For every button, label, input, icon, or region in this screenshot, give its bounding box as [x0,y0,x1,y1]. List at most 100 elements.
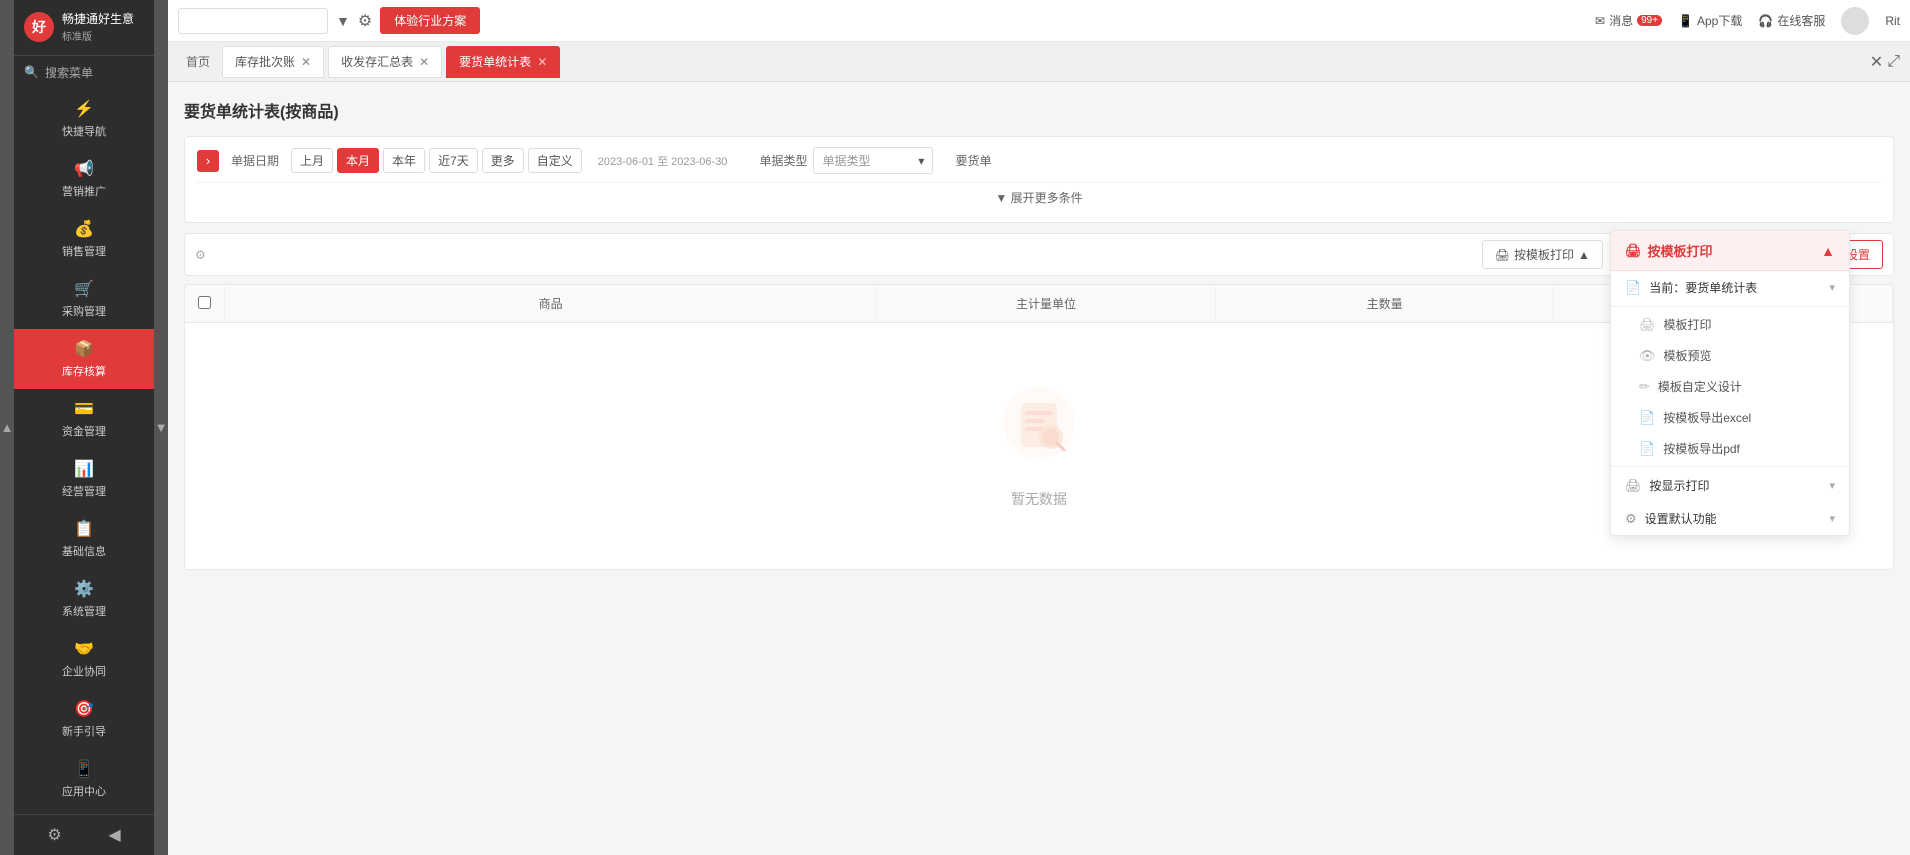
app-logo-icon: 好 [24,12,54,42]
user-avatar[interactable] [1841,7,1869,35]
chevron-down-icon: ▾ [918,154,924,168]
sidebar-item-marketing[interactable]: 📢 营销推广 [14,149,154,209]
topbar-dropdown-icon[interactable]: ▼ [336,13,350,29]
sidebar-item-basic[interactable]: 📋 基础信息 [14,509,154,569]
template-print-item[interactable]: 🖨 模板打印 [1611,309,1849,340]
message-button[interactable]: ✉ 消息 99+ [1595,12,1662,29]
sidebar-item-purchase[interactable]: 🛒 采购管理 [14,269,154,329]
message-badge: 99+ [1637,15,1662,26]
this-month-btn[interactable]: 本月 [337,148,379,173]
sidebar-item-enterprise[interactable]: 🤝 企业协同 [14,629,154,689]
doc-type-value: 单据类型 [822,152,914,169]
date-buttons: 上月 本月 本年 近7天 更多 自定义 [291,148,582,173]
sidebar-item-operation[interactable]: 📊 经营管理 [14,449,154,509]
sidebar-scroll-down[interactable]: ▼ [154,0,168,855]
print-template-button[interactable]: 🖨 按模板打印 ▲ [1482,240,1603,269]
divider-2 [1611,466,1849,467]
print-dropdown-close-icon[interactable]: ▲ [1821,243,1835,259]
sidebar-item-label: 库存核算 [62,363,106,379]
date-filter-label: 单据日期 [231,152,279,169]
template-export-pdf-item[interactable]: 📄 按模板导出pdf [1611,433,1849,464]
topbar-settings-icon[interactable]: ⚙ [358,11,372,31]
print-dropdown-header: 🖨 按模板打印 ▲ [1611,231,1849,271]
default-func-icon: ⚙ [1625,511,1637,527]
sidebar-item-appcenter[interactable]: 📱 应用中心 [14,749,154,809]
search-icon: 🔍 [24,65,39,79]
display-print-chevron: ▾ [1829,479,1835,492]
tab-receivables-summary[interactable]: 收发存汇总表 ✕ [328,46,442,78]
online-service-label: 在线客服 [1777,12,1825,29]
filter-row-1: › 单据日期 上月 本月 本年 近7天 更多 自定义 2023-06-01 至 … [197,147,1881,174]
collapse-icon[interactable]: ◀ [108,825,120,845]
th-checkbox [185,286,225,322]
settings-icon[interactable]: ⚙ [47,825,61,845]
custom-btn[interactable]: 自定义 [528,148,582,173]
sidebar-item-system[interactable]: ⚙️ 系统管理 [14,569,154,629]
tab-demand-stats[interactable]: 要货单统计表 ✕ [446,46,560,78]
current-template-item[interactable]: 📄 当前：要货单统计表 ▾ [1611,271,1849,304]
sidebar-scroll-up[interactable]: ▲ [0,0,14,855]
tab-inventory-batch-label: 库存批次账 [235,53,295,70]
app-edition: 标准版 [62,28,134,43]
user-name: Rit [1885,14,1900,28]
expand-more-btn[interactable]: ▼ 展开更多条件 [197,182,1881,212]
print-dropdown: 🖨 按模板打印 ▲ 📄 当前：要货单统计表 ▾ 🖨 模板打印 👁 [1610,230,1850,536]
this-year-btn[interactable]: 本年 [383,148,425,173]
app-download-button[interactable]: 📱 App下载 [1678,12,1742,29]
tab-receivables-summary-close[interactable]: ✕ [419,55,429,69]
printer-icon: 🖨 [1495,248,1510,262]
tab-inventory-batch[interactable]: 库存批次账 ✕ [222,46,324,78]
last7-btn[interactable]: 近7天 [429,148,478,173]
template-print-icon: 🖨 [1639,317,1656,333]
message-icon: ✉ [1595,14,1605,28]
print-chevron-icon: ▲ [1578,248,1590,262]
sidebar-item-newguide[interactable]: 🎯 新手引导 [14,689,154,749]
select-all-checkbox[interactable] [198,296,211,309]
template-preview-icon: 👁 [1639,348,1656,364]
sidebar-item-sales[interactable]: 💰 销售管理 [14,209,154,269]
display-print-item[interactable]: 🖨 按显示打印 ▾ [1611,469,1849,502]
sidebar-item-finance[interactable]: 💳 资金管理 [14,389,154,449]
doc-type-label: 单据类型 [759,152,807,169]
online-service-button[interactable]: 🎧 在线客服 [1758,12,1825,29]
app-name: 畅捷通好生意 [62,12,134,28]
template-export-excel-item[interactable]: 📄 按模板导出excel [1611,402,1849,433]
tab-expand-button[interactable]: ⤢ [1887,53,1900,71]
tab-inventory-batch-close[interactable]: ✕ [301,55,311,69]
display-print-label: 按显示打印 [1650,477,1710,494]
sales-icon: 💰 [74,219,94,239]
print-dropdown-title: 按模板打印 [1648,241,1713,260]
quick-nav-icon: ⚡ [74,99,94,119]
empty-text: 暂无数据 [1011,489,1067,509]
tab-close-all-button[interactable]: ✕ [1870,52,1883,72]
date-range-text: 2023-06-01 至 2023-06-30 [598,153,728,169]
industry-solution-button[interactable]: 体验行业方案 [380,7,480,34]
sidebar-search[interactable]: 🔍 搜索菜单 [14,56,154,89]
tab-receivables-summary-label: 收发存汇总表 [341,53,413,70]
sidebar-item-label: 销售管理 [62,243,106,259]
app-download-icon: 📱 [1678,14,1693,28]
sidebar-item-label: 经营管理 [62,483,106,499]
th-quantity-label: 主数量 [1367,297,1403,311]
more-btn[interactable]: 更多 [482,148,524,173]
prev-month-btn[interactable]: 上月 [291,148,333,173]
template-design-item[interactable]: ✏ 模板自定义设计 [1611,371,1849,402]
sidebar-item-quick-nav[interactable]: ⚡ 快捷导航 [14,89,154,149]
topbar-search-input[interactable] [178,8,328,34]
expand-icon: ▼ [995,191,1007,205]
sidebar-item-label: 营销推广 [62,183,106,199]
sidebar-item-inventory[interactable]: 📦 库存核算 [14,329,154,389]
doc-type-select[interactable]: 单据类型 ▾ [813,147,933,174]
tab-demand-stats-close[interactable]: ✕ [537,55,547,69]
template-preview-item[interactable]: 👁 模板预览 [1611,340,1849,371]
system-icon: ⚙️ [74,579,94,599]
marketing-icon: 📢 [74,159,94,179]
required-badge: › [197,150,219,172]
tab-home[interactable]: 首页 [178,46,218,78]
sidebar-item-label: 系统管理 [62,603,106,619]
default-func-item[interactable]: ⚙ 设置默认功能 ▾ [1611,502,1849,535]
app-download-label: App下载 [1697,12,1742,29]
topbar-right: ✉ 消息 99+ 📱 App下载 🎧 在线客服 Rit [1595,7,1900,35]
template-export-pdf-label: 按模板导出pdf [1663,440,1740,457]
headset-icon: 🎧 [1758,14,1773,28]
